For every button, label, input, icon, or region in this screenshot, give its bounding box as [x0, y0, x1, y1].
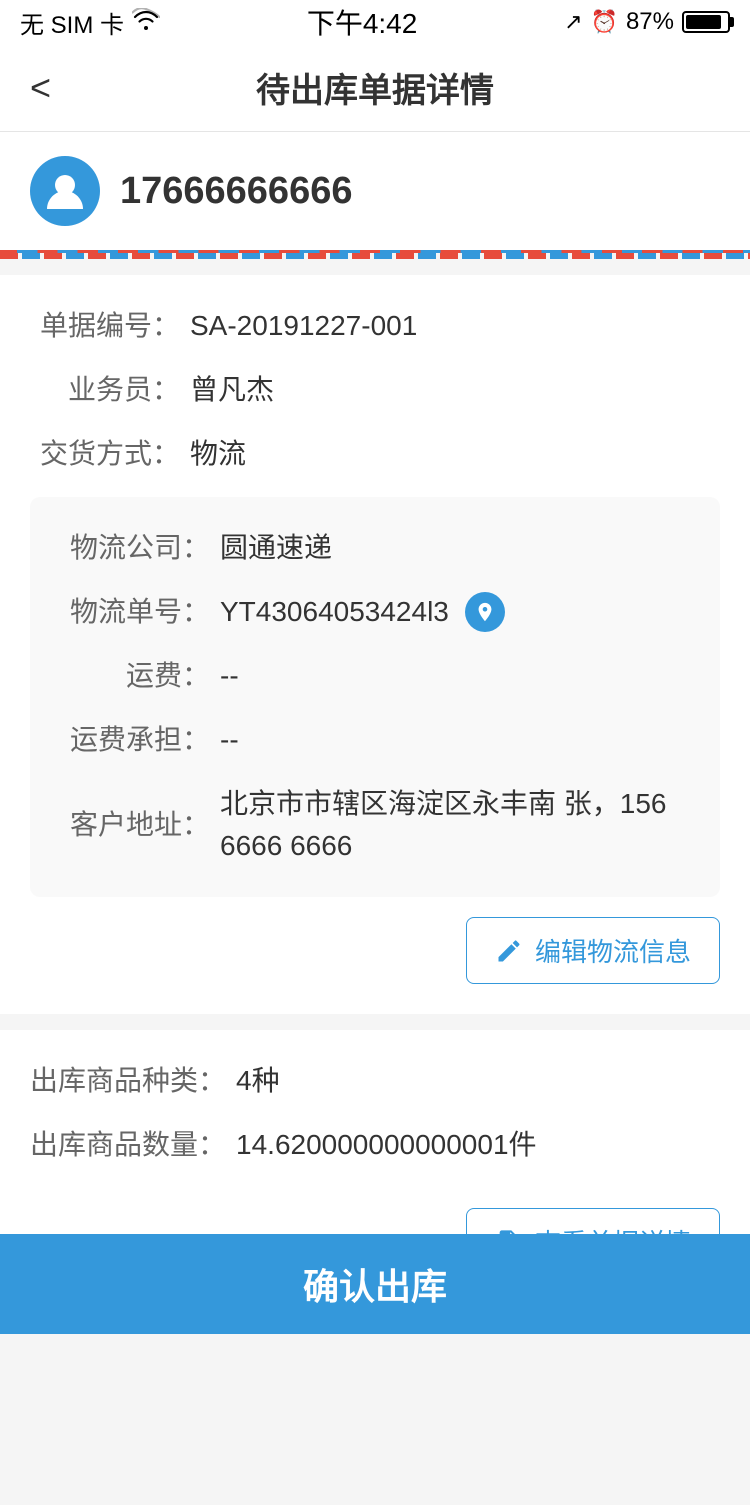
- salesperson-value: 曾凡杰: [190, 369, 720, 411]
- address-value: 北京市市辖区海淀区永丰南 张，156 6666 6666: [220, 783, 690, 867]
- goods-types-label: 出库商品种类：: [30, 1060, 236, 1102]
- address-label: 客户地址：: [60, 804, 220, 846]
- avatar: [30, 156, 100, 226]
- logistics-company-label: 物流公司：: [60, 527, 220, 569]
- goods-types-row: 出库商品种类： 4种: [30, 1060, 720, 1102]
- edit-logistics-button[interactable]: 编辑物流信息: [466, 917, 720, 984]
- freight-row: 运费： --: [60, 655, 690, 697]
- goods-quantity-value: 14.620000000000001件: [236, 1124, 720, 1166]
- delivery-row: 交货方式： 物流: [30, 433, 720, 475]
- order-info-section: 单据编号： SA-20191227-001 业务员： 曾凡杰 交货方式： 物流 …: [0, 275, 750, 1014]
- customer-header: 17666666666: [0, 132, 750, 253]
- person-icon: [43, 169, 87, 213]
- battery-percent: 87%: [626, 8, 674, 36]
- status-right: ↗ ⏰ 87%: [564, 8, 730, 36]
- freight-bearer-value: --: [220, 719, 690, 761]
- confirm-outbound-label: 确认出库: [303, 1258, 447, 1310]
- delivery-value: 物流: [190, 433, 720, 475]
- freight-bearer-label: 运费承担：: [60, 719, 220, 761]
- address-row: 客户地址： 北京市市辖区海淀区永丰南 张，156 6666 6666: [60, 783, 690, 867]
- dashed-divider: [0, 253, 750, 259]
- battery-fill: [686, 15, 721, 29]
- edit-btn-container: 编辑物流信息: [30, 897, 720, 984]
- logistics-company-value: 圆通速递: [220, 527, 690, 569]
- edit-logistics-label: 编辑物流信息: [535, 932, 691, 969]
- carrier-label: 无 SIM 卡: [20, 5, 124, 40]
- edit-icon: [495, 937, 523, 965]
- salesperson-row: 业务员： 曾凡杰: [30, 369, 720, 411]
- battery-icon: [682, 11, 730, 33]
- freight-value: --: [220, 655, 690, 697]
- delivery-label: 交货方式：: [30, 433, 190, 475]
- alarm-icon: ⏰: [591, 9, 618, 35]
- salesperson-label: 业务员：: [30, 369, 190, 411]
- freight-bearer-row: 运费承担： --: [60, 719, 690, 761]
- spacer: [0, 1305, 750, 1505]
- tracking-value: YT43064053424l3: [220, 591, 690, 633]
- location-status-icon: ↗: [564, 9, 582, 35]
- freight-label: 运费：: [60, 655, 220, 697]
- logistics-company-row: 物流公司： 圆通速递: [60, 527, 690, 569]
- tracking-label: 物流单号：: [60, 591, 220, 633]
- order-number-row: 单据编号： SA-20191227-001: [30, 305, 720, 347]
- tracking-row: 物流单号： YT43064053424l3: [60, 591, 690, 633]
- order-number-label: 单据编号：: [30, 305, 190, 347]
- customer-phone: 17666666666: [120, 170, 352, 213]
- page-title: 待出库单据详情: [256, 63, 494, 112]
- map-pin-icon: [474, 601, 496, 623]
- status-left: 无 SIM 卡: [20, 5, 160, 40]
- back-button[interactable]: <: [30, 67, 51, 109]
- order-number-value: SA-20191227-001: [190, 305, 720, 347]
- wifi-icon: [132, 8, 160, 37]
- status-bar: 无 SIM 卡 下午4:42 ↗ ⏰ 87%: [0, 0, 750, 44]
- goods-quantity-row: 出库商品数量： 14.620000000000001件: [30, 1124, 720, 1166]
- track-location-icon[interactable]: [465, 592, 505, 632]
- logistics-card: 物流公司： 圆通速递 物流单号： YT43064053424l3 运费： -- …: [30, 497, 720, 897]
- status-time: 下午4:42: [307, 2, 418, 42]
- nav-bar: < 待出库单据详情: [0, 44, 750, 132]
- goods-quantity-label: 出库商品数量：: [30, 1124, 236, 1166]
- goods-types-value: 4种: [236, 1060, 720, 1102]
- confirm-outbound-button[interactable]: 确认出库: [0, 1234, 750, 1334]
